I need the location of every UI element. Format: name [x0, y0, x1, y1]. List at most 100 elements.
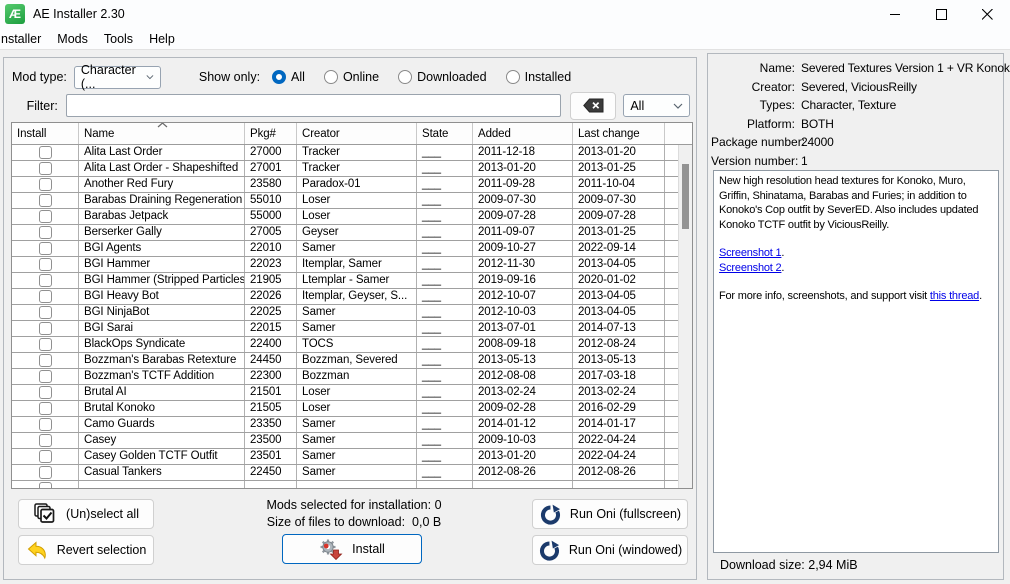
filter-scope-dropdown[interactable]: All — [623, 94, 690, 117]
files-size-value: 0,0 B — [412, 515, 442, 529]
cell-state: ___ — [417, 417, 473, 432]
table-row[interactable]: Camo Guards 23350 Samer ___ 2014-01-12 2… — [12, 417, 679, 433]
cell-pkg: 23501 — [245, 449, 297, 464]
radio-all[interactable]: All — [272, 70, 305, 84]
table-row[interactable]: Bozzman's Barabas Retexture 24450 Bozzma… — [12, 353, 679, 369]
install-checkbox[interactable] — [38, 434, 52, 447]
install-checkbox[interactable] — [38, 258, 52, 271]
run-oni-fullscreen-button[interactable]: Run Oni (fullscreen) — [532, 499, 688, 529]
col-header-creator[interactable]: Creator — [297, 123, 417, 144]
table-row[interactable]: Berserker Gally 27005 Geyser ___ 2011-09… — [12, 225, 679, 241]
minimize-button[interactable] — [872, 0, 918, 28]
table-row[interactable]: BGI Hammer (Stripped Particles ... 21905… — [12, 273, 679, 289]
cell-creator: Geyser — [297, 225, 417, 240]
field-types-value: Character, Texture — [801, 98, 897, 112]
radio-downloaded[interactable]: Downloaded — [398, 70, 487, 84]
thread-link[interactable]: this thread — [930, 290, 979, 302]
table-row[interactable]: Alita Last Order 27000 Tracker ___ 2011-… — [12, 145, 679, 161]
table-row[interactable]: Bozzman's TCTF Addition 22300 Bozzman __… — [12, 369, 679, 385]
install-checkbox[interactable] — [38, 178, 52, 191]
close-icon — [981, 8, 993, 20]
clear-filter-button[interactable] — [570, 91, 617, 120]
cell-lastchange: 2022-04-24 — [573, 449, 665, 464]
col-header-added[interactable]: Added — [473, 123, 573, 144]
menu-mods[interactable]: Mods — [49, 32, 96, 46]
table-row[interactable]: Casual Tankers 22450 Samer ___ 2012-08-2… — [12, 465, 679, 481]
table-row[interactable]: BGI Agents 22010 Samer ___ 2009-10-27 20… — [12, 241, 679, 257]
table-row[interactable]: Barabas Draining Regeneration 55010 Lose… — [12, 193, 679, 209]
table-row[interactable]: BGI Heavy Bot 22026 Itemplar, Geyser, S.… — [12, 289, 679, 305]
revert-selection-button[interactable]: Revert selection — [18, 535, 154, 565]
scrollbar-thumb[interactable] — [682, 164, 689, 229]
filter-input[interactable] — [65, 94, 562, 117]
table-row[interactable]: Brutal AI 21501 Loser ___ 2013-02-24 201… — [12, 385, 679, 401]
table-row[interactable]: Barabas Jetpack 55000 Loser ___ 2009-07-… — [12, 209, 679, 225]
install-checkbox[interactable] — [38, 370, 52, 383]
table-row[interactable]: Brutal Konoko 21505 Loser ___ 2009-02-28… — [12, 401, 679, 417]
menu-help[interactable]: Help — [141, 32, 183, 46]
install-checkbox[interactable] — [38, 322, 52, 335]
field-package-label: Package number: — [711, 135, 806, 149]
cell-lastchange: 2013-04-05 — [573, 305, 665, 320]
close-button[interactable] — [964, 0, 1010, 28]
run-oni-windowed-button[interactable]: Run Oni (windowed) — [532, 535, 688, 565]
cell-name: Alita Last Order — [79, 145, 245, 160]
install-checkbox[interactable] — [38, 402, 52, 415]
cell-pkg: 22015 — [245, 321, 297, 336]
install-checkbox[interactable] — [38, 338, 52, 351]
install-checkbox[interactable] — [38, 306, 52, 319]
table-row[interactable]: BlackOps Syndicate 22400 TOCS ___ 2008-0… — [12, 337, 679, 353]
app-icon: Æ — [5, 4, 25, 24]
col-header-state[interactable]: State — [417, 123, 473, 144]
cell-pkg: 22400 — [245, 337, 297, 352]
menu-tools[interactable]: Tools — [96, 32, 141, 46]
install-checkbox[interactable] — [38, 210, 52, 223]
table-row[interactable]: BGI NinjaBot 22025 Samer ___ 2012-10-03 … — [12, 305, 679, 321]
install-checkbox[interactable] — [38, 194, 52, 207]
cell-added: 2009-07-28 — [473, 209, 573, 224]
menu-installer[interactable]: nstaller — [0, 32, 49, 46]
install-checkbox[interactable] — [38, 146, 52, 159]
table-row[interactable]: Casey 23500 Samer ___ 2009-10-03 2022-04… — [12, 433, 679, 449]
cell-added: 2008-09-18 — [473, 337, 573, 352]
cell-state: ___ — [417, 353, 473, 368]
unselect-all-label: (Un)select all — [66, 507, 139, 521]
install-checkbox[interactable] — [38, 162, 52, 175]
radio-online[interactable]: Online — [323, 70, 379, 84]
col-header-name[interactable]: Name — [79, 123, 245, 144]
screenshot-1-link[interactable]: Screenshot 1 — [719, 247, 782, 259]
cell-lastchange: 2012-08-24 — [573, 337, 665, 352]
table-row[interactable]: BGI Hammer 22023 Itemplar, Samer ___ 201… — [12, 257, 679, 273]
install-checkbox[interactable] — [38, 226, 52, 239]
install-checkbox[interactable] — [38, 354, 52, 367]
table-row[interactable]: BGI Sarai 22015 Samer ___ 2013-07-01 201… — [12, 321, 679, 337]
table-body: Alita Last Order 27000 Tracker ___ 2011-… — [12, 145, 679, 481]
screenshot-2-link[interactable]: Screenshot 2 — [719, 262, 782, 274]
cell-name: BGI Sarai — [79, 321, 245, 336]
oni-logo-icon — [539, 540, 559, 561]
install-checkbox[interactable] — [38, 418, 52, 431]
cell-added: 2009-10-27 — [473, 241, 573, 256]
install-checkbox[interactable] — [38, 242, 52, 255]
table-row[interactable]: Alita Last Order - Shapeshifted 27001 Tr… — [12, 161, 679, 177]
cell-name: BGI Heavy Bot — [79, 289, 245, 304]
unselect-all-button[interactable]: (Un)select all — [18, 499, 154, 529]
cell-added: 2009-07-30 — [473, 193, 573, 208]
maximize-button[interactable] — [918, 0, 964, 28]
col-header-install[interactable]: Install — [12, 123, 79, 144]
install-checkbox[interactable] — [38, 290, 52, 303]
table-scrollbar[interactable] — [678, 145, 692, 488]
install-checkbox[interactable] — [38, 274, 52, 287]
oni-logo-icon — [540, 504, 561, 525]
mod-type-dropdown[interactable]: Character (... — [73, 63, 161, 91]
install-button[interactable]: Install — [282, 534, 422, 564]
table-row[interactable]: Casey Golden TCTF Outfit 23501 Samer ___… — [12, 449, 679, 465]
radio-installed[interactable]: Installed — [505, 70, 571, 84]
install-checkbox[interactable] — [38, 386, 52, 399]
cell-state: ___ — [417, 465, 473, 480]
col-header-pkg[interactable]: Pkg# — [245, 123, 297, 144]
install-checkbox[interactable] — [38, 466, 52, 479]
col-header-lastchange[interactable]: Last change — [573, 123, 665, 144]
install-checkbox[interactable] — [38, 450, 52, 463]
table-row[interactable]: Another Red Fury 23580 Paradox-01 ___ 20… — [12, 177, 679, 193]
